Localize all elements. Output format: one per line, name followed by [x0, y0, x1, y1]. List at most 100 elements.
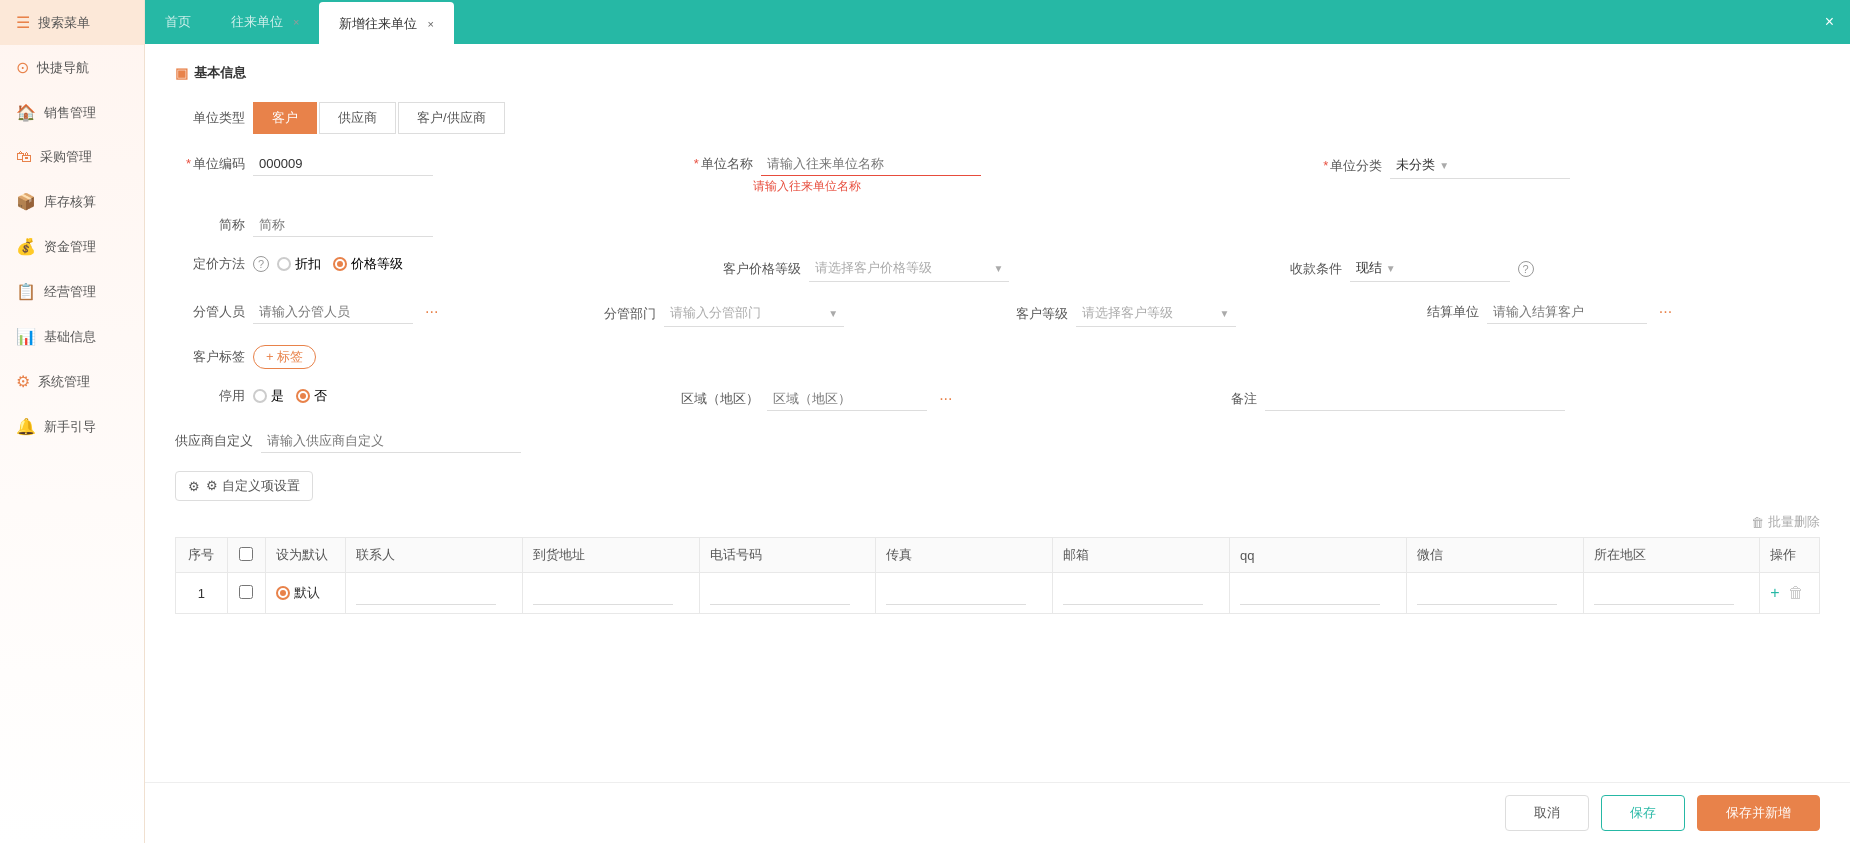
sidebar-item-operations[interactable]: 📋 经营管理 — [0, 269, 144, 314]
radio-inner-default — [280, 590, 286, 596]
sidebar-item-basic[interactable]: 📊 基础信息 — [0, 314, 144, 359]
sidebar-item-inventory[interactable]: 📦 库存核算 — [0, 179, 144, 224]
manager-input[interactable] — [253, 300, 413, 324]
radio-price-level[interactable]: 价格等级 — [333, 255, 403, 273]
radio-default[interactable]: 默认 — [276, 584, 335, 602]
row-checkbox[interactable] — [239, 585, 253, 599]
type-btn-customer[interactable]: 客户 — [253, 102, 317, 134]
settlement-more-btn[interactable]: ··· — [1655, 303, 1676, 321]
radio-outer-yes — [253, 389, 267, 403]
remark-input[interactable] — [1265, 387, 1565, 411]
system-icon: ⚙ — [16, 372, 30, 391]
custom-settings-label: ⚙ 自定义项设置 — [206, 477, 300, 495]
cancel-button[interactable]: 取消 — [1505, 795, 1589, 831]
sidebar-label-basic: 基础信息 — [44, 328, 96, 346]
unit-name-input[interactable] — [761, 152, 981, 176]
radio-outer-discount — [277, 257, 291, 271]
department-label: 分管部门 — [586, 305, 656, 323]
unit-category-select[interactable]: 未分类 ▼ — [1390, 152, 1570, 179]
unit-code-input[interactable] — [253, 152, 433, 176]
batch-delete-label[interactable]: 批量删除 — [1768, 513, 1820, 531]
delete-row-button[interactable]: 🗑 — [1788, 584, 1804, 602]
chevron-down-icon-5: ▼ — [1220, 308, 1230, 319]
col-email: 邮箱 — [1053, 538, 1230, 573]
sidebar-item-newbie[interactable]: 🔔 新手引导 — [0, 404, 144, 449]
email-input[interactable] — [1063, 581, 1203, 605]
radio-no[interactable]: 否 — [296, 387, 327, 405]
save-new-button[interactable]: 保存并新增 — [1697, 795, 1820, 831]
pricing-method-label: 定价方法 — [175, 255, 245, 273]
gear-icon: ⚙ — [188, 479, 200, 494]
footer-bar: 取消 保存 保存并新增 — [145, 782, 1850, 843]
customer-price-level-field: 客户价格等级 请选择客户价格等级 ▼ — [723, 255, 1271, 282]
type-btn-both[interactable]: 客户/供应商 — [398, 102, 505, 134]
fax-input[interactable] — [886, 581, 1026, 605]
tab-contacts[interactable]: 往来单位 × — [211, 0, 319, 44]
contact-input[interactable] — [356, 581, 496, 605]
sidebar-item-purchase[interactable]: 🛍 采购管理 — [0, 135, 144, 179]
save-button[interactable]: 保存 — [1601, 795, 1685, 831]
sidebar-item-quicknav[interactable]: ⊙ 快捷导航 — [0, 45, 144, 90]
customer-price-level-placeholder: 请选择客户价格等级 — [815, 259, 989, 277]
customer-level-label: 客户等级 — [998, 305, 1068, 323]
finance-icon: 💰 — [16, 237, 36, 256]
radio-no-label: 否 — [314, 387, 327, 405]
phone-input[interactable] — [710, 581, 850, 605]
section-title-text: 基本信息 — [194, 64, 246, 82]
region-table-input[interactable] — [1594, 581, 1734, 605]
radio-yes[interactable]: 是 — [253, 387, 284, 405]
tab-home[interactable]: 首页 — [145, 0, 211, 44]
cell-fax — [876, 573, 1053, 614]
col-address: 到货地址 — [522, 538, 699, 573]
type-btn-supplier[interactable]: 供应商 — [319, 102, 396, 134]
radio-discount[interactable]: 折扣 — [277, 255, 321, 273]
qq-input[interactable] — [1240, 581, 1380, 605]
tab-new-contact[interactable]: 新增往来单位 × — [319, 2, 453, 46]
supplier-custom-input[interactable] — [261, 429, 521, 453]
sidebar-item-search[interactable]: ☰ 搜索菜单 — [0, 0, 144, 45]
pricing-row: 定价方法 ? 折扣 价格等级 — [175, 255, 1820, 282]
add-tag-button[interactable]: + 标签 — [253, 345, 316, 369]
payment-terms-select[interactable]: 现结 ▼ — [1350, 255, 1510, 282]
customer-level-select[interactable]: 请选择客户等级 ▼ — [1076, 300, 1236, 327]
disabled-label: 停用 — [175, 387, 245, 405]
customer-price-level-label: 客户价格等级 — [723, 260, 801, 278]
section-basic-info: ▣ 基本信息 — [175, 64, 1820, 82]
region-input[interactable] — [767, 387, 927, 411]
short-name-input[interactable] — [253, 213, 433, 237]
customer-price-level-select[interactable]: 请选择客户价格等级 ▼ — [809, 255, 1009, 282]
address-input[interactable] — [533, 581, 673, 605]
pricing-method-field: 定价方法 ? 折扣 价格等级 — [175, 255, 723, 273]
settlement-unit-input[interactable] — [1487, 300, 1647, 324]
tab-new-contact-close[interactable]: × — [427, 18, 433, 30]
select-all-checkbox[interactable] — [239, 547, 253, 561]
window-close-button[interactable]: × — [1809, 13, 1850, 31]
sidebar-label-sales: 销售管理 — [44, 104, 96, 122]
sidebar-item-sales[interactable]: 🏠 销售管理 — [0, 90, 144, 135]
contacts-table: 序号 设为默认 联系人 到货地址 电话号码 传真 邮箱 qq 微信 所在地区 操… — [175, 537, 1820, 614]
payment-terms-value: 现结 — [1356, 259, 1382, 277]
col-phone: 电话号码 — [699, 538, 876, 573]
unit-code-field: 单位编码 — [175, 152, 683, 176]
sidebar-item-system[interactable]: ⚙ 系统管理 — [0, 359, 144, 404]
pricing-help-icon[interactable]: ? — [253, 256, 269, 272]
cell-seq: 1 — [176, 573, 228, 614]
tab-contacts-close[interactable]: × — [293, 16, 299, 28]
chevron-down-icon-3: ▼ — [1386, 263, 1396, 274]
department-select[interactable]: 请输入分管部门 ▼ — [664, 300, 844, 327]
sales-icon: 🏠 — [16, 103, 36, 122]
custom-settings-button[interactable]: ⚙ ⚙ 自定义项设置 — [175, 471, 313, 501]
payment-help-icon[interactable]: ? — [1518, 261, 1534, 277]
col-default: 设为默认 — [266, 538, 346, 573]
radio-inner-no — [300, 393, 306, 399]
wechat-input[interactable] — [1417, 581, 1557, 605]
unit-name-error: 请输入往来单位名称 — [753, 179, 861, 193]
disabled-field: 停用 是 否 — [175, 387, 681, 405]
sidebar-item-finance[interactable]: 💰 资金管理 — [0, 224, 144, 269]
unit-code-label: 单位编码 — [175, 155, 245, 173]
code-name-category-row: 单位编码 单位名称 请输入往来单位名称 单位分类 未分类 — [175, 152, 1820, 195]
manager-more-btn[interactable]: ··· — [421, 303, 442, 321]
add-row-button[interactable]: + — [1770, 584, 1779, 602]
region-more-btn[interactable]: ··· — [935, 390, 956, 408]
manager-label: 分管人员 — [175, 303, 245, 321]
